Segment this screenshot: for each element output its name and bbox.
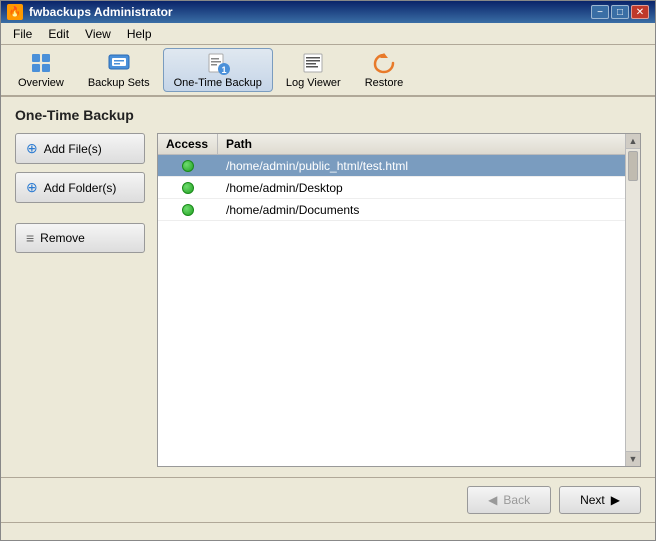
add-folders-icon: ⊕ — [26, 179, 38, 196]
log-viewer-icon — [301, 51, 325, 75]
add-files-button[interactable]: ⊕ Add File(s) — [15, 133, 145, 164]
window-title: fwbackups Administrator — [29, 5, 173, 19]
next-label: Next — [580, 493, 605, 507]
path-cell: /home/admin/Desktop — [218, 179, 640, 197]
content-area: One-Time Backup ⊕ Add File(s) ⊕ Add Fold… — [1, 97, 655, 477]
toolbar-log-viewer[interactable]: Log Viewer — [275, 48, 352, 92]
scrollbar-thumb[interactable] — [628, 151, 638, 181]
add-folders-button[interactable]: ⊕ Add Folder(s) — [15, 172, 145, 203]
toolbar-log-viewer-label: Log Viewer — [286, 77, 341, 89]
remove-icon: ≡ — [26, 230, 34, 246]
table-row[interactable]: /home/admin/Desktop — [158, 177, 640, 199]
access-cell — [158, 202, 218, 218]
back-arrow-icon: ◀ — [488, 493, 497, 507]
scrollbar-down[interactable]: ▼ — [626, 451, 640, 466]
table-row[interactable]: /home/admin/public_html/test.html — [158, 155, 640, 177]
backup-sets-icon — [107, 51, 131, 75]
toolbar-one-time-backup-label: One-Time Backup — [174, 77, 262, 89]
scrollbar-up[interactable]: ▲ — [626, 134, 640, 149]
svg-text:1: 1 — [221, 65, 226, 75]
remove-label: Remove — [40, 231, 85, 245]
minimize-button[interactable]: − — [591, 5, 609, 19]
menu-bar: File Edit View Help — [1, 23, 655, 45]
remove-button[interactable]: ≡ Remove — [15, 223, 145, 253]
app-icon: 🔥 — [7, 4, 23, 20]
access-indicator — [182, 204, 194, 216]
access-column-header: Access — [158, 134, 218, 154]
toolbar-overview[interactable]: Overview — [7, 48, 75, 92]
close-button[interactable]: ✕ — [631, 5, 649, 19]
access-cell — [158, 158, 218, 174]
scrollbar-track — [626, 149, 640, 451]
main-window: 🔥 fwbackups Administrator − □ ✕ File Edi… — [0, 0, 656, 541]
toolbar-backup-sets[interactable]: Backup Sets — [77, 48, 161, 92]
menu-view[interactable]: View — [77, 25, 119, 43]
add-files-label: Add File(s) — [44, 142, 102, 156]
path-cell: /home/admin/public_html/test.html — [218, 157, 640, 175]
toolbar-restore[interactable]: Restore — [354, 48, 415, 92]
next-button[interactable]: Next ▶ — [559, 486, 641, 514]
table-row[interactable]: /home/admin/Documents — [158, 199, 640, 221]
file-table: Access Path /home/admin/public_html/test… — [157, 133, 641, 467]
table-body: /home/admin/public_html/test.html /home/… — [158, 155, 640, 466]
add-files-icon: ⊕ — [26, 140, 38, 157]
next-arrow-icon: ▶ — [611, 493, 620, 507]
toolbar-overview-label: Overview — [18, 77, 64, 89]
menu-file[interactable]: File — [5, 25, 40, 43]
footer: ◀ Back Next ▶ — [1, 477, 655, 522]
one-time-backup-icon: 1 — [206, 51, 230, 75]
title-bar-left: 🔥 fwbackups Administrator — [7, 4, 173, 20]
overview-icon — [29, 51, 53, 75]
back-label: Back — [503, 493, 530, 507]
left-buttons: ⊕ Add File(s) ⊕ Add Folder(s) ≡ Remove — [15, 133, 145, 467]
toolbar: Overview Backup Sets — [1, 45, 655, 97]
path-cell: /home/admin/Documents — [218, 201, 640, 219]
menu-edit[interactable]: Edit — [40, 25, 77, 43]
path-column-header: Path — [218, 134, 640, 154]
back-button[interactable]: ◀ Back — [467, 486, 551, 514]
main-section: ⊕ Add File(s) ⊕ Add Folder(s) ≡ Remove A… — [15, 133, 641, 467]
toolbar-backup-sets-label: Backup Sets — [88, 77, 150, 89]
access-cell — [158, 180, 218, 196]
toolbar-restore-label: Restore — [365, 77, 404, 89]
menu-help[interactable]: Help — [119, 25, 160, 43]
page-title: One-Time Backup — [15, 107, 641, 123]
restore-icon — [372, 51, 396, 75]
toolbar-one-time-backup[interactable]: 1 One-Time Backup — [163, 48, 273, 92]
maximize-button[interactable]: □ — [611, 5, 629, 19]
access-indicator — [182, 182, 194, 194]
title-bar: 🔥 fwbackups Administrator − □ ✕ — [1, 1, 655, 23]
access-indicator — [182, 160, 194, 172]
add-folders-label: Add Folder(s) — [44, 181, 117, 195]
status-bar — [1, 522, 655, 540]
scrollbar[interactable]: ▲ ▼ — [625, 134, 640, 466]
table-header: Access Path — [158, 134, 640, 155]
title-bar-controls: − □ ✕ — [591, 5, 649, 19]
